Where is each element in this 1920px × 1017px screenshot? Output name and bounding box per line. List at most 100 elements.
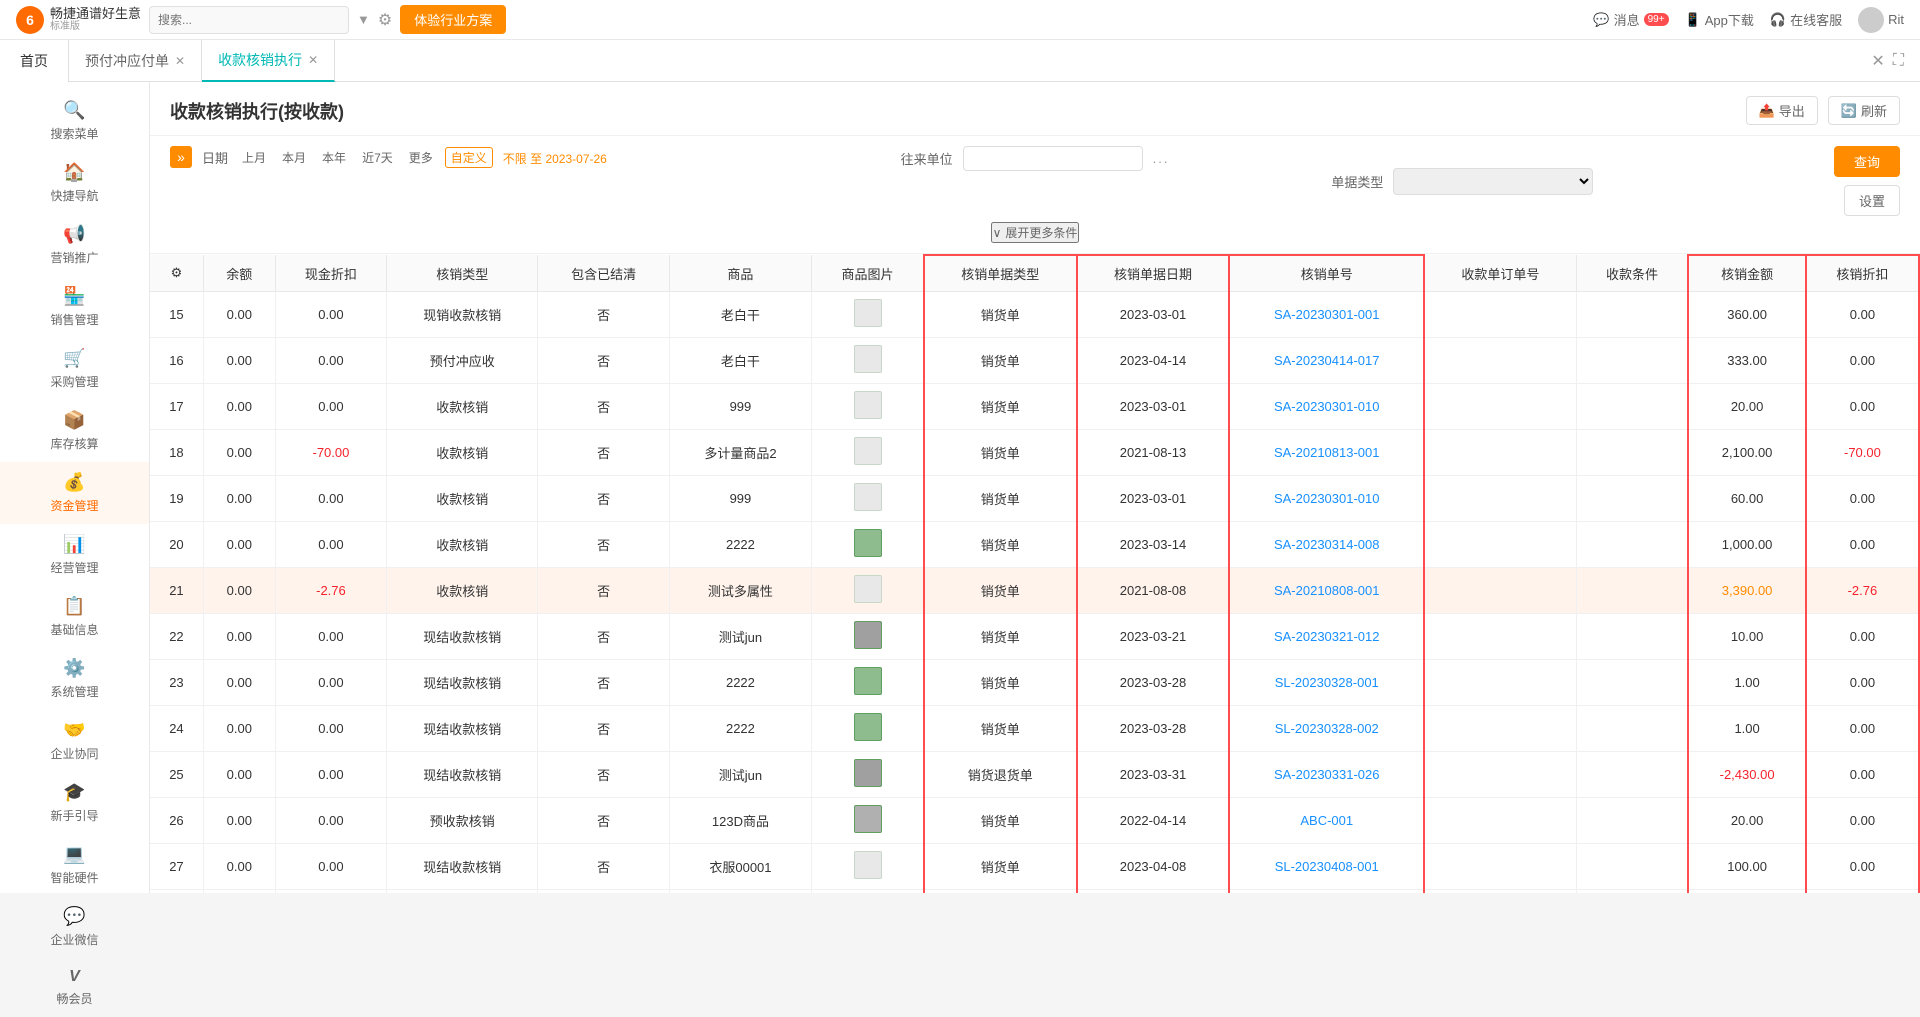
row-receipt-order xyxy=(1424,844,1576,890)
app-logo: 6 畅捷通谱好生意 标准版 xyxy=(16,6,141,34)
cancel-bill-no-link[interactable]: SA-20230321-012 xyxy=(1274,629,1380,644)
row-cancel-discount: 0.00 xyxy=(1806,752,1919,798)
cancel-bill-no-link[interactable]: SA-20210808-001 xyxy=(1274,583,1380,598)
cancel-bill-no-link[interactable]: SL-20230328-002 xyxy=(1275,721,1379,736)
sidebar-item-system[interactable]: ⚙️ 系统管理 xyxy=(0,648,149,710)
tab-receivables[interactable]: 收款核销执行 ✕ xyxy=(202,40,335,82)
row-receipt-condition xyxy=(1576,614,1688,660)
date-this-month[interactable]: 本月 xyxy=(278,147,310,168)
sidebar-item-sales[interactable]: 🏪 销售管理 xyxy=(0,276,149,338)
cancel-bill-no-link[interactable]: SA-20230301-010 xyxy=(1274,491,1380,506)
filter-action-buttons: 查询 设置 xyxy=(1834,146,1900,216)
table-row: 280.000.00现结收款核销否2222销货单2023-04-18SL-202… xyxy=(150,890,1919,894)
row-cancel-type: 现结收款核销 xyxy=(387,890,538,894)
row-cancel-bill-type: 销货单 xyxy=(924,476,1077,522)
row-cancel-type: 收款核销 xyxy=(387,384,538,430)
tab-prepay-close[interactable]: ✕ xyxy=(175,54,185,68)
data-table: ⚙ 余额 现金折扣 核销类型 包含已结清 商品 商品图片 核销单据类型 核销单据… xyxy=(150,254,1920,893)
settings-icon[interactable]: ⚙ xyxy=(378,10,392,30)
app-download-button[interactable]: 📱 App下载 xyxy=(1685,10,1754,29)
expand-more-button[interactable]: ∨ 展开更多条件 xyxy=(991,222,1080,243)
date-custom[interactable]: 自定义 xyxy=(445,147,493,168)
row-goods: 2222 xyxy=(669,660,811,706)
row-cancel-bill-date: 2023-04-14 xyxy=(1077,338,1230,384)
row-balance: 0.00 xyxy=(203,338,275,384)
cancel-bill-no-link[interactable]: SA-20230414-017 xyxy=(1274,353,1380,368)
cancel-bill-no-link[interactable]: SA-20230301-001 xyxy=(1274,307,1380,322)
row-goods: 2222 xyxy=(669,890,811,894)
sidebar-item-member[interactable]: V 畅会员 xyxy=(0,958,149,1017)
sidebar-item-marketing[interactable]: 📢 营销推广 xyxy=(0,214,149,276)
cancel-bill-no-link[interactable]: SL-20230328-001 xyxy=(1275,675,1379,690)
row-cancel-bill-no: SA-20210813-001 xyxy=(1229,430,1424,476)
tab-prepay[interactable]: 预付冲应付单 ✕ xyxy=(69,40,202,82)
sidebar-item-search[interactable]: 🔍 搜索菜单 xyxy=(0,90,149,152)
sidebar-item-purchase[interactable]: 🛒 采购管理 xyxy=(0,338,149,400)
cancel-bill-no-link[interactable]: SL-20230408-001 xyxy=(1275,859,1379,874)
table-row: 180.00-70.00收款核销否多计量商品2销货单2021-08-13SA-2… xyxy=(150,430,1919,476)
row-number: 18 xyxy=(150,430,203,476)
member-icon: V xyxy=(69,968,80,986)
row-cancel-bill-no: SA-20210808-001 xyxy=(1229,568,1424,614)
sidebar-item-hardware[interactable]: 💻 智能硬件 xyxy=(0,834,149,896)
page-title: 收款核销执行(按收款) xyxy=(170,98,344,124)
row-cancel-amount: 333.00 xyxy=(1688,338,1805,384)
row-cancel-bill-date: 2023-03-28 xyxy=(1077,706,1230,752)
row-cancel-discount: 0.00 xyxy=(1806,660,1919,706)
tab-expand-icon[interactable]: ⛶ xyxy=(1893,52,1904,70)
message-button[interactable]: 💬 消息 99+ xyxy=(1593,10,1668,29)
sidebar-item-inventory[interactable]: 📦 库存核算 xyxy=(0,400,149,462)
row-cash-discount: 0.00 xyxy=(275,890,387,894)
top-search-input[interactable] xyxy=(149,6,349,34)
filter-left: » 日期 上月 本月 本年 近7天 更多 自定义 不限 至 2023-07-26 xyxy=(170,146,739,168)
sidebar-item-operations[interactable]: 📊 经营管理 xyxy=(0,524,149,586)
cancel-bill-no-link[interactable]: SA-20210813-001 xyxy=(1274,445,1380,460)
row-goods: 测试jun xyxy=(669,614,811,660)
partner-input[interactable] xyxy=(963,146,1143,171)
date-last-month[interactable]: 上月 xyxy=(238,147,270,168)
sidebar-item-quick-nav[interactable]: 🏠 快捷导航 xyxy=(0,152,149,214)
query-button[interactable]: 查询 xyxy=(1834,146,1900,177)
tab-close-all-icon[interactable]: ✕ xyxy=(1871,51,1884,71)
cancel-bill-no-link[interactable]: SA-20230301-010 xyxy=(1274,399,1380,414)
row-cash-discount: 0.00 xyxy=(275,292,387,338)
industry-solution-button[interactable]: 体验行业方案 xyxy=(400,5,506,34)
table-row: 240.000.00现结收款核销否2222销货单2023-03-28SL-202… xyxy=(150,706,1919,752)
date-last-7-days[interactable]: 近7天 xyxy=(358,147,397,168)
dropdown-icon[interactable]: ▼ xyxy=(357,12,370,27)
tab-receivables-close[interactable]: ✕ xyxy=(308,53,318,67)
cancel-bill-no-link[interactable]: ABC-001 xyxy=(1300,813,1353,828)
filter-bar: » 日期 上月 本月 本年 近7天 更多 自定义 不限 至 2023-07-26 xyxy=(150,136,1920,254)
row-receipt-order xyxy=(1424,338,1576,384)
row-receipt-condition xyxy=(1576,522,1688,568)
sidebar-fund-label: 资金管理 xyxy=(50,497,98,514)
row-balance: 0.00 xyxy=(203,522,275,568)
row-balance: 0.00 xyxy=(203,384,275,430)
filter-toggle-button[interactable]: » xyxy=(170,146,192,168)
sidebar-item-base[interactable]: 📋 基础信息 xyxy=(0,586,149,648)
sidebar-item-enterprise[interactable]: 🤝 企业协同 xyxy=(0,710,149,772)
export-button[interactable]: 📤 导出 xyxy=(1746,96,1818,125)
sidebar-item-wechat[interactable]: 💬 企业微信 xyxy=(0,896,149,958)
expand-icon: ∨ xyxy=(993,226,1002,240)
bill-type-select[interactable] xyxy=(1393,168,1593,195)
row-cancel-amount: 2,100.00 xyxy=(1688,430,1805,476)
tab-bar: 首页 预付冲应付单 ✕ 收款核销执行 ✕ ✕ ⛶ xyxy=(0,40,1920,82)
row-cancel-type: 现结收款核销 xyxy=(387,660,538,706)
row-cancel-bill-no: SA-20230321-012 xyxy=(1229,614,1424,660)
tab-home[interactable]: 首页 xyxy=(0,40,69,82)
user-info[interactable]: Rit xyxy=(1858,7,1904,33)
filter-settings-button[interactable]: 设置 xyxy=(1844,185,1900,216)
col-settings-header[interactable]: ⚙ xyxy=(150,255,203,292)
cancel-bill-no-link[interactable]: SA-20230331-026 xyxy=(1274,767,1380,782)
date-more[interactable]: 更多 xyxy=(405,147,437,168)
cancel-bill-no-link[interactable]: SA-20230314-008 xyxy=(1274,537,1380,552)
date-this-year[interactable]: 本年 xyxy=(318,147,350,168)
sidebar-item-fund[interactable]: 💰 资金管理 xyxy=(0,462,149,524)
row-number: 19 xyxy=(150,476,203,522)
row-cancel-amount: 3,390.00 xyxy=(1688,568,1805,614)
row-receipt-order xyxy=(1424,568,1576,614)
online-service-button[interactable]: 🎧 在线客服 xyxy=(1770,10,1842,29)
sidebar-item-guide[interactable]: 🎓 新手引导 xyxy=(0,772,149,834)
refresh-button[interactable]: 🔄 刷新 xyxy=(1828,96,1900,125)
